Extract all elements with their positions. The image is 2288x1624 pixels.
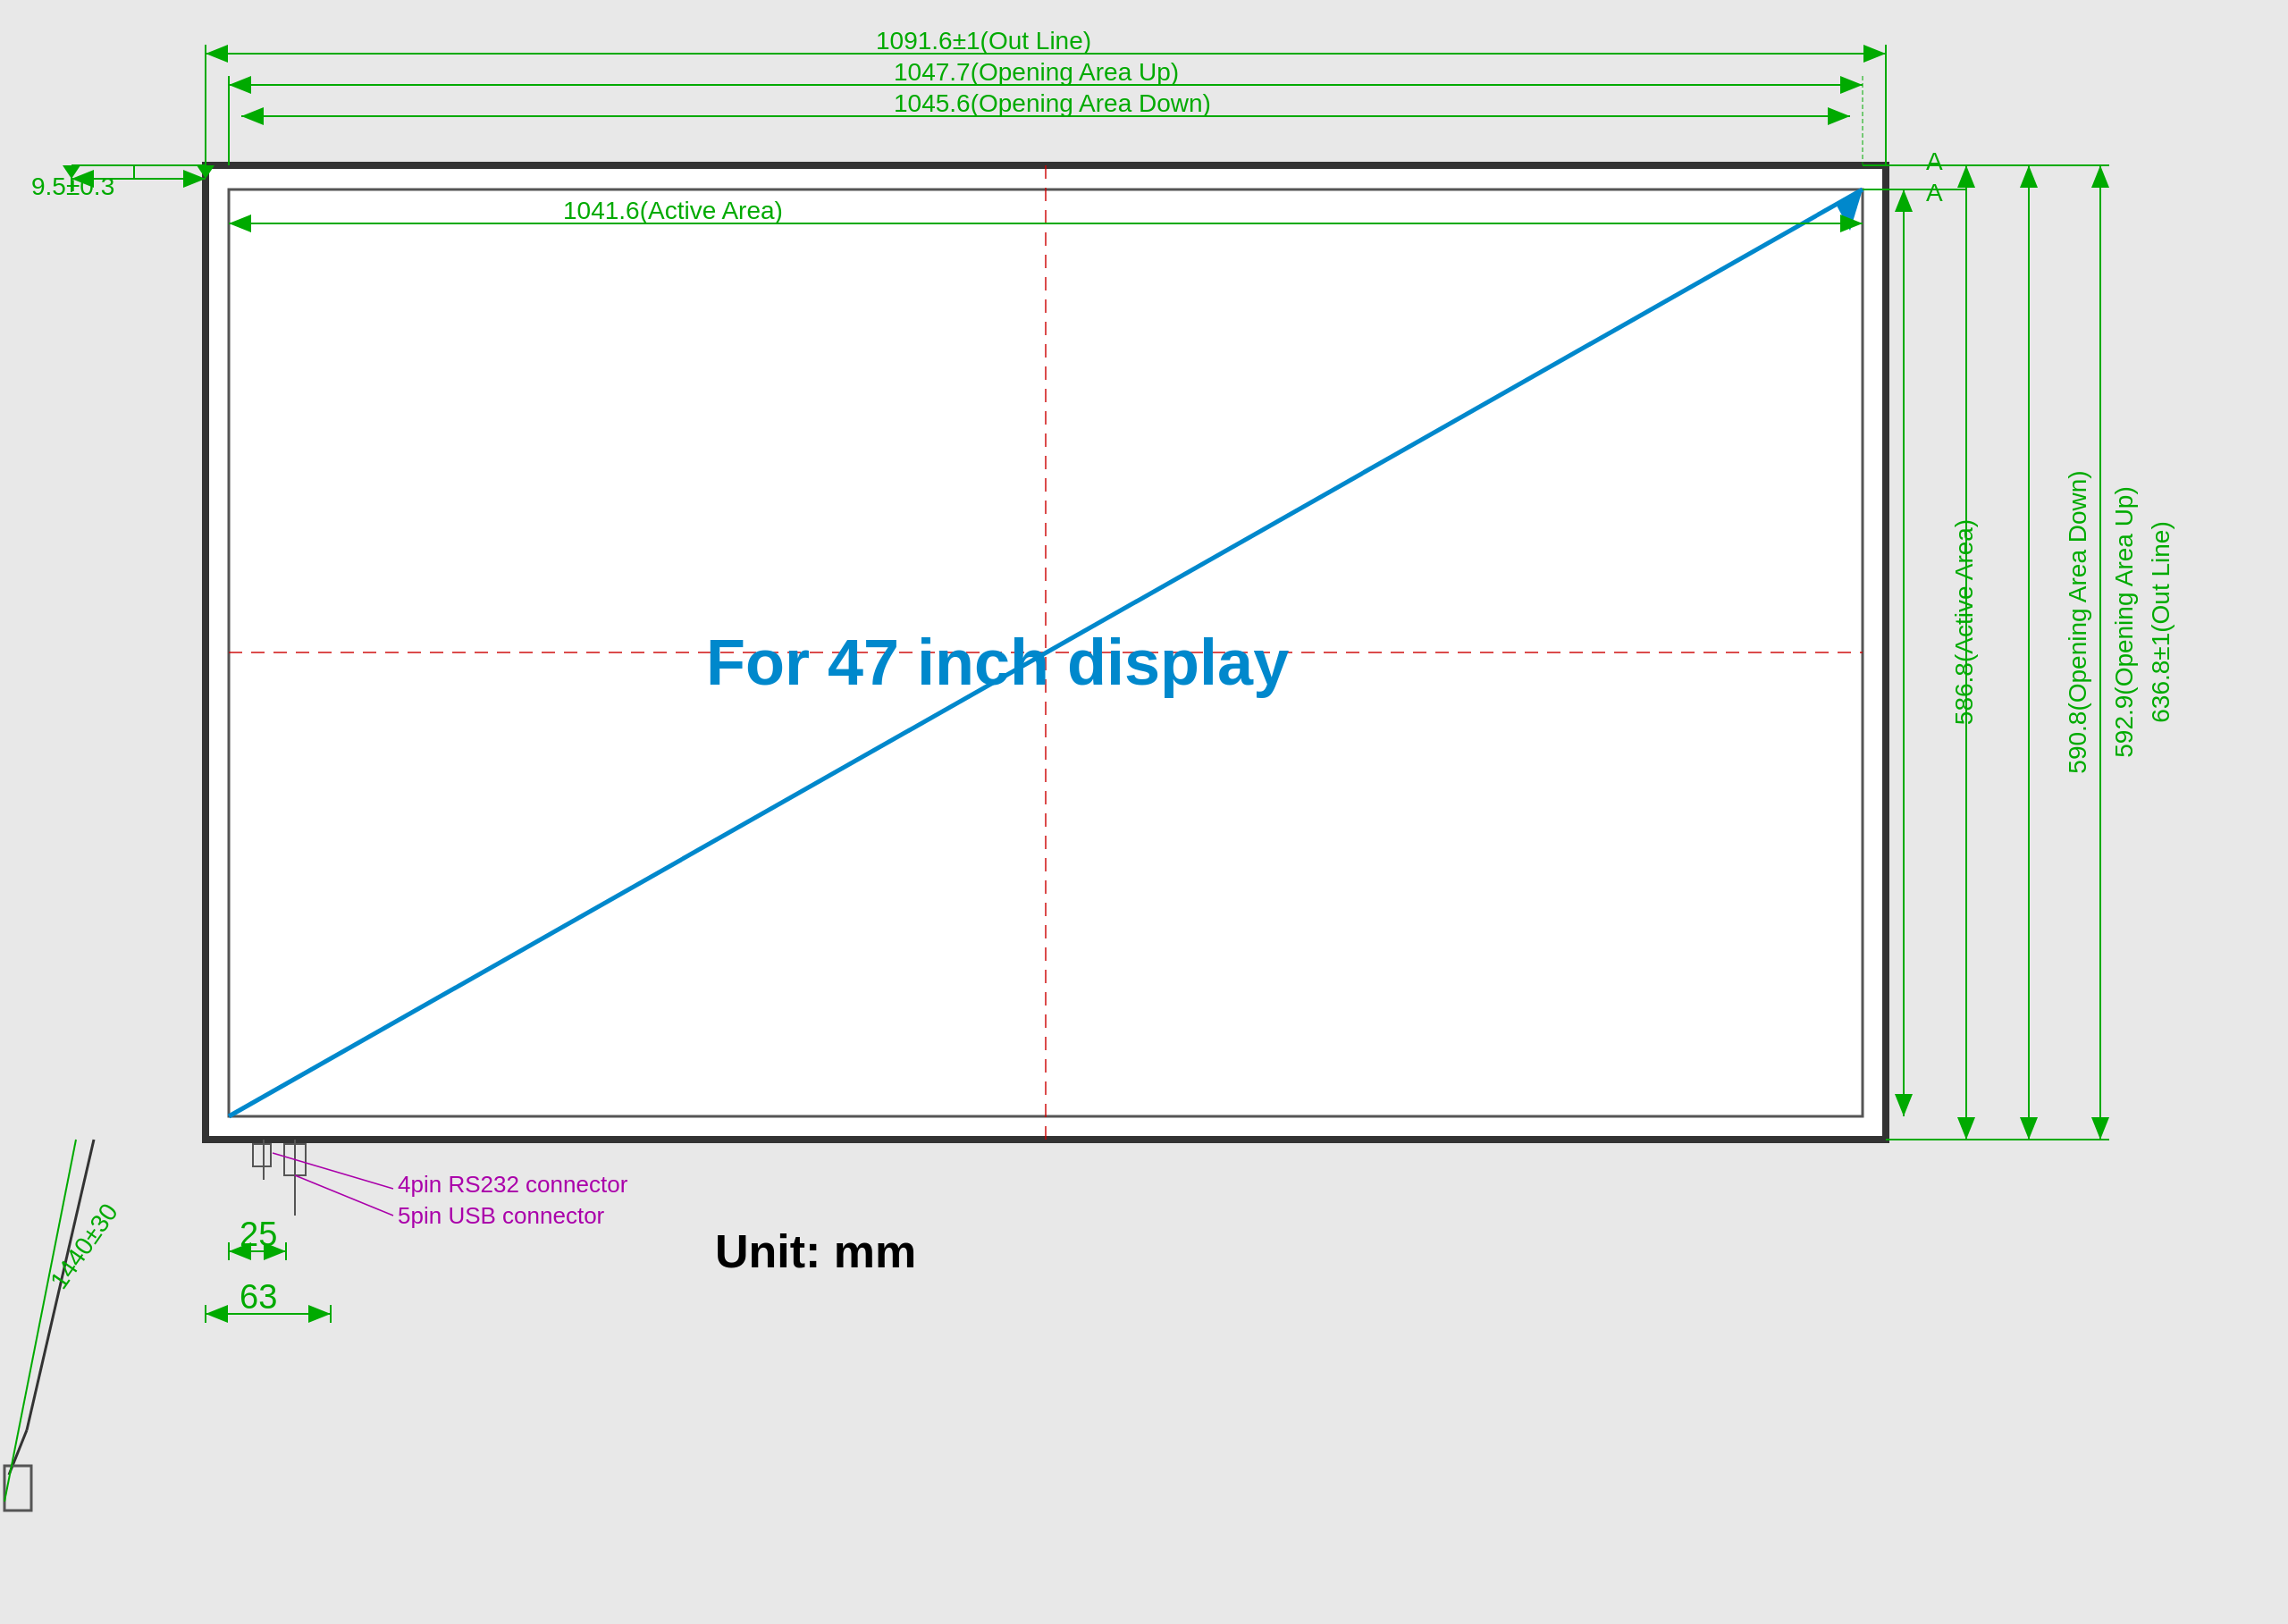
unit-label: Unit: mm xyxy=(715,1224,916,1278)
svg-marker-58 xyxy=(206,1305,228,1323)
svg-line-65 xyxy=(295,1175,393,1216)
svg-marker-29 xyxy=(1957,1117,1975,1140)
active-area-height-label: 586.8(Active Area) xyxy=(1950,519,1979,725)
opening-area-up-height-label: 592.9(Opening Area Up) xyxy=(2110,486,2139,758)
opening-area-down-height-label: 590.8(Opening Area Down) xyxy=(2064,470,2092,773)
cable-length-label: 1440±30 xyxy=(45,1199,124,1294)
label-a1: A xyxy=(1926,147,1943,176)
svg-marker-59 xyxy=(308,1305,331,1323)
svg-rect-62 xyxy=(253,1144,271,1166)
svg-marker-26 xyxy=(1895,1094,1913,1116)
dim-63-label: 63 xyxy=(240,1278,277,1317)
svg-marker-20 xyxy=(229,215,251,232)
svg-marker-42 xyxy=(197,165,214,179)
display-title: For 47 inch display xyxy=(706,626,1289,699)
rs232-connector-label: 4pin RS232 connector xyxy=(398,1171,627,1199)
dim-25-label: 25 xyxy=(240,1216,277,1254)
svg-line-47 xyxy=(9,1430,27,1475)
svg-marker-28 xyxy=(1957,165,1975,188)
svg-marker-36 xyxy=(2091,165,2109,188)
active-area-width-label: 1041.6(Active Area) xyxy=(563,197,783,225)
svg-rect-48 xyxy=(4,1466,31,1510)
svg-marker-18 xyxy=(1828,107,1850,125)
diagram-container: 1091.6±1(Out Line) 1047.7(Opening Area U… xyxy=(0,0,2288,1624)
svg-rect-63 xyxy=(284,1144,306,1175)
svg-marker-45 xyxy=(183,170,206,188)
svg-marker-37 xyxy=(2091,1117,2109,1140)
opening-area-up-width-label: 1047.7(Opening Area Up) xyxy=(894,58,1179,87)
svg-marker-5 xyxy=(1837,189,1863,231)
svg-line-64 xyxy=(273,1153,393,1189)
svg-marker-10 xyxy=(1863,45,1886,63)
svg-marker-9 xyxy=(206,45,228,63)
label-a2: A xyxy=(1926,179,1943,207)
svg-marker-25 xyxy=(1895,189,1913,212)
out-line-height-label: 636.8±1(Out Line) xyxy=(2147,521,2175,723)
svg-marker-32 xyxy=(2020,1117,2038,1140)
svg-marker-14 xyxy=(229,76,251,94)
svg-line-49 xyxy=(4,1140,76,1502)
svg-marker-31 xyxy=(2020,165,2038,188)
usb-connector-label: 5pin USB connector xyxy=(398,1202,604,1230)
side-offset-label: 9.5±0.3 xyxy=(31,172,114,201)
out-line-width-label: 1091.6±1(Out Line) xyxy=(876,27,1091,55)
svg-marker-21 xyxy=(1840,215,1863,232)
diagram-svg xyxy=(0,0,2288,1624)
svg-marker-17 xyxy=(241,107,264,125)
svg-marker-15 xyxy=(1840,76,1863,94)
opening-area-down-width-label: 1045.6(Opening Area Down) xyxy=(894,89,1211,118)
